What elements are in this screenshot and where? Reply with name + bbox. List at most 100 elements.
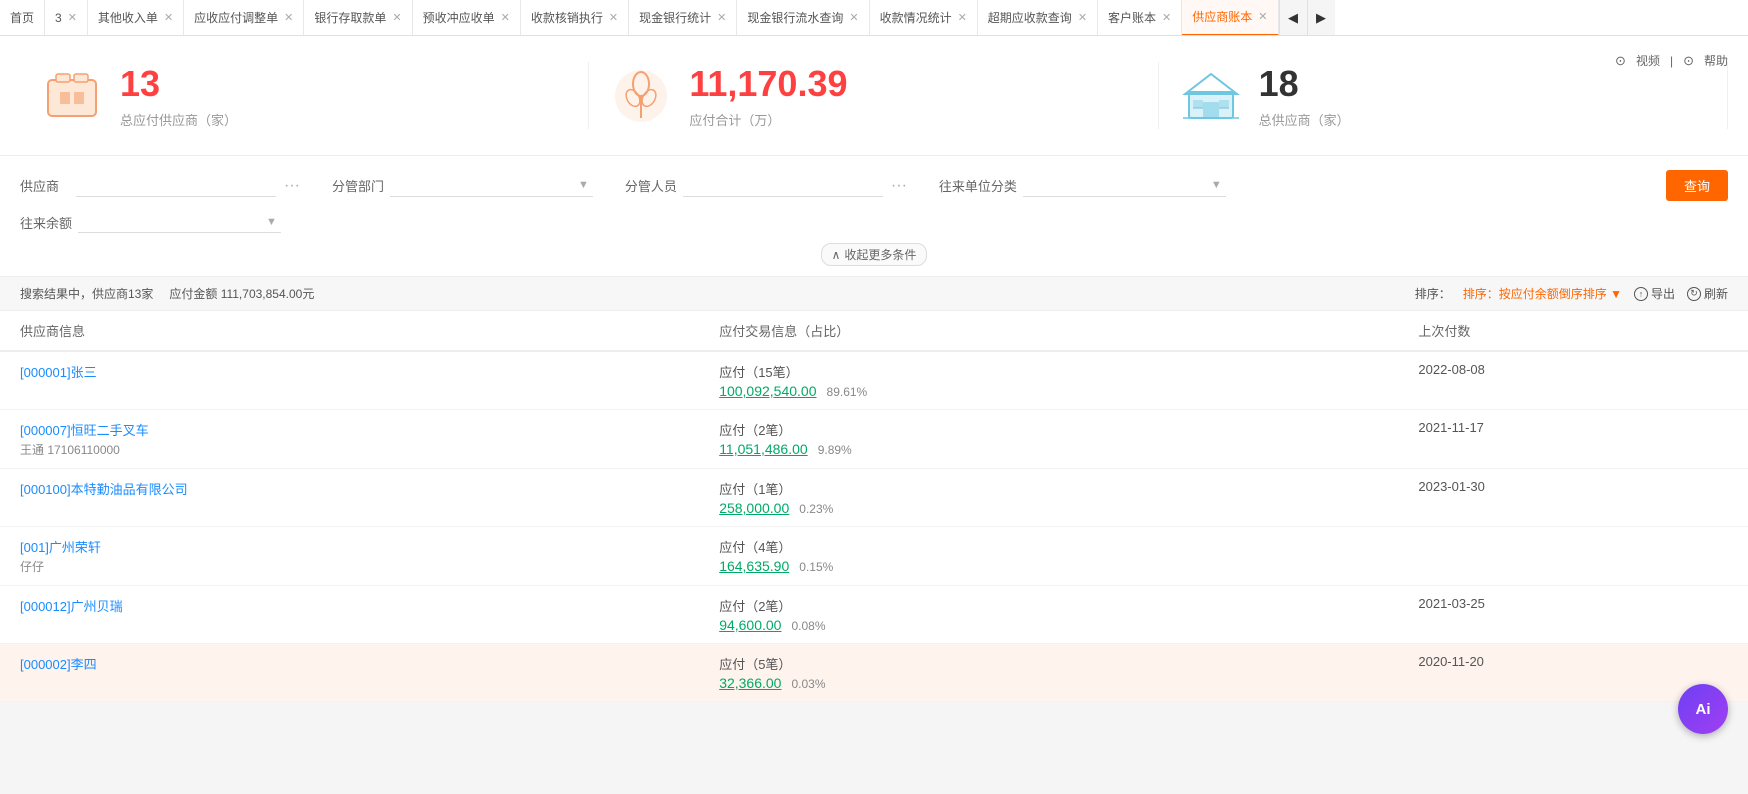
supplier-info-cell: [000100]本特勤油品有限公司 <box>0 469 699 527</box>
result-info: 搜索结果中，供应商13家 应付金额 111,703,854.00元 <box>20 285 314 302</box>
amount-text: 应付金额 111,703,854.00元 <box>169 285 314 302</box>
last-payment-cell <box>1398 527 1748 586</box>
table-row: [000002]李四应付（5笔）32,366.000.03%2020-11-20 <box>0 644 1748 702</box>
nav-tab-supplier-ledger[interactable]: 供应商账本 ✕ <box>1182 0 1278 36</box>
close-icon[interactable]: ✕ <box>717 11 726 24</box>
store-icon <box>1179 64 1243 128</box>
supplier-link[interactable]: [000100]本特勤油品有限公司 <box>20 482 188 497</box>
supplier-info-cell: [000012]广州贝瑞 <box>0 586 699 644</box>
dept-select[interactable]: ▼ <box>390 175 593 197</box>
last-payment-cell: 2023-01-30 <box>1398 469 1748 527</box>
ai-label: Ai <box>1696 701 1711 718</box>
supplier-table: 供应商信息 应付交易信息（占比） 上次付数 [000001]张三应付（15笔）1… <box>0 311 1748 702</box>
query-button[interactable]: 查询 <box>1666 170 1728 201</box>
balance-select[interactable]: ▼ <box>78 211 281 233</box>
close-icon[interactable]: ✕ <box>68 11 77 24</box>
help-link[interactable]: 帮助 <box>1704 52 1728 69</box>
result-bar: 搜索结果中，供应商13家 应付金额 111,703,854.00元 排序： 排序… <box>0 277 1748 311</box>
unit-class-label: 往来单位分类 <box>939 176 1017 195</box>
unit-class-filter: 往来单位分类 ▼ <box>939 175 1226 197</box>
payable-percentage: 9.89% <box>818 443 852 457</box>
close-icon[interactable]: ✕ <box>849 11 858 24</box>
payable-count-label: 应付（4笔） <box>719 537 1378 556</box>
supplier-icon <box>40 64 104 128</box>
nav-tab-ar-ap-adjust[interactable]: 应收应付调整单 ✕ <box>184 0 304 36</box>
person-filter-label: 分管人员 <box>625 176 677 195</box>
payable-percentage: 0.23% <box>799 502 833 516</box>
payable-amount-value[interactable]: 11,051,486.00 <box>719 441 808 457</box>
last-payment-cell: 2022-08-08 <box>1398 351 1748 410</box>
sort-chevron-icon: ▼ <box>1610 287 1622 301</box>
close-icon[interactable]: ✕ <box>609 11 618 24</box>
unit-class-select[interactable]: ▼ <box>1023 175 1226 197</box>
wheat-icon <box>609 64 673 128</box>
nav-tab-other-income[interactable]: 其他收入单 ✕ <box>88 0 184 36</box>
nav-tab-bank-deposit[interactable]: 银行存取款单 ✕ <box>304 0 412 36</box>
payable-amount-value[interactable]: 32,366.00 <box>719 675 781 691</box>
close-icon[interactable]: ✕ <box>164 11 173 24</box>
sort-select[interactable]: 排序：按应付余额倒序排序 ▼ <box>1463 285 1622 302</box>
collapse-button[interactable]: ∧ 收起更多条件 <box>821 243 928 266</box>
supplier-link[interactable]: [000012]广州贝瑞 <box>20 599 123 614</box>
nav-tab-3[interactable]: 3 ✕ <box>45 0 88 36</box>
payable-amount-value[interactable]: 100,092,540.00 <box>719 383 816 399</box>
dept-chevron-icon: ▼ <box>578 179 589 191</box>
unit-class-chevron-icon: ▼ <box>1211 179 1222 191</box>
payable-info-cell: 应付（5笔）32,366.000.03% <box>699 644 1398 702</box>
supplier-count-text: 搜索结果中，供应商13家 <box>20 285 153 302</box>
table-row: [000100]本特勤油品有限公司应付（1笔）258,000.000.23%20… <box>0 469 1748 527</box>
nav-tab-payment-stat[interactable]: 收款情况统计 ✕ <box>870 0 978 36</box>
payable-amount-value[interactable]: 164,635.90 <box>719 558 789 574</box>
close-icon[interactable]: ✕ <box>1078 11 1087 24</box>
balance-filter: 往来余额 ▼ <box>20 211 281 233</box>
dept-input[interactable] <box>390 175 578 196</box>
unit-class-input[interactable] <box>1023 175 1211 196</box>
supplier-link[interactable]: [000002]李四 <box>20 657 97 672</box>
payable-count-label: 应付（15笔） <box>719 362 1378 381</box>
supplier-link[interactable]: [000007]恒旺二手叉车 <box>20 423 149 438</box>
export-button[interactable]: ↑ 导出 <box>1634 285 1675 302</box>
payable-info-cell: 应付（15笔）100,092,540.0089.61% <box>699 351 1398 410</box>
close-icon[interactable]: ✕ <box>1258 10 1267 23</box>
collapse-up-icon: ∧ <box>832 248 841 262</box>
person-input[interactable] <box>683 175 883 197</box>
summary-bar: 13 总应付供应商（家） 11,170.39 应付合计（万） <box>0 36 1748 156</box>
nav-tab-cash-stat[interactable]: 现金银行统计 ✕ <box>629 0 737 36</box>
video-link[interactable]: 视频 <box>1636 52 1660 69</box>
payable-total-value: 11,170.39 <box>689 62 847 105</box>
balance-filter-label: 往来余额 <box>20 213 72 232</box>
balance-input[interactable] <box>78 211 266 232</box>
close-icon[interactable]: ✕ <box>501 11 510 24</box>
close-icon[interactable]: ✕ <box>1162 11 1171 24</box>
ai-assistant-button[interactable]: Ai <box>1678 684 1728 734</box>
person-dots-icon[interactable]: ··· <box>891 177 907 195</box>
close-icon[interactable]: ✕ <box>284 11 293 24</box>
nav-tab-advance-offset[interactable]: 预收冲应收单 ✕ <box>413 0 521 36</box>
top-right-links: ⊙ 视频 | ⊙ 帮助 <box>1615 52 1728 69</box>
nav-tab-customer-ledger[interactable]: 客户账本 ✕ <box>1098 0 1182 36</box>
nav-tab-overdue-query[interactable]: 超期应收款查询 ✕ <box>978 0 1098 36</box>
total-supplier-label: 总供应商（家） <box>1259 110 1350 129</box>
nav-next-arrow[interactable]: ▶ <box>1307 0 1335 36</box>
close-icon[interactable]: ✕ <box>958 11 967 24</box>
refresh-button[interactable]: ↻ 刷新 <box>1687 285 1728 302</box>
supplier-sub-info: 仔仔 <box>20 558 679 575</box>
export-icon: ↑ <box>1634 287 1648 301</box>
payable-amount-value[interactable]: 258,000.00 <box>719 500 789 516</box>
supplier-link[interactable]: [001]广州荣轩 <box>20 540 101 555</box>
nav-tab-cash-flow[interactable]: 现金银行流水查询 ✕ <box>737 0 869 36</box>
sort-label-text: 排序： <box>1415 285 1451 302</box>
dept-filter: 分管部门 ▼ <box>332 175 593 197</box>
payable-count-label: 应付（5笔） <box>719 654 1378 673</box>
supplier-input[interactable] <box>76 175 276 197</box>
payable-amount-value[interactable]: 94,600.00 <box>719 617 781 633</box>
nav-tab-payment-verify[interactable]: 收款核销执行 ✕ <box>521 0 629 36</box>
supplier-dots-icon[interactable]: ··· <box>284 177 300 195</box>
table-row: [001]广州荣轩仔仔应付（4笔）164,635.900.15% <box>0 527 1748 586</box>
summary-card-total-supplier: 18 总供应商（家） <box>1159 62 1728 128</box>
nav-tab-home[interactable]: 首页 <box>0 0 45 36</box>
supplier-link[interactable]: [000001]张三 <box>20 365 97 380</box>
nav-prev-arrow[interactable]: ◀ <box>1279 0 1307 36</box>
close-icon[interactable]: ✕ <box>392 11 401 24</box>
col-supplier-info: 供应商信息 <box>0 311 699 351</box>
